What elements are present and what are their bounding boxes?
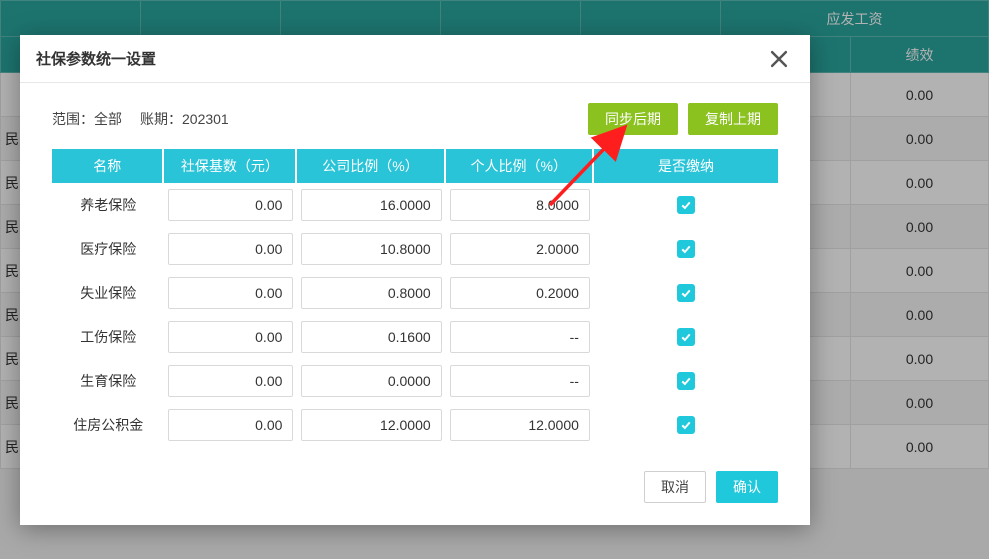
company-input[interactable] [301,277,441,309]
bg-header-perf: 绩效 [851,37,989,73]
company-input[interactable] [301,321,441,353]
bg-cell-perf: 0.00 [851,293,989,337]
bg-header-salary: 应发工资 [721,1,989,37]
col-base: 社保基数（元） [164,149,297,183]
close-button[interactable] [768,48,790,70]
company-input[interactable] [301,409,441,441]
pay-checkbox[interactable] [677,416,695,434]
col-pay: 是否缴纳 [594,149,778,183]
insurance-grid: 名称 社保基数（元） 公司比例（%） 个人比例（%） 是否缴纳 养老保险医疗保险… [52,149,778,447]
bg-cell-perf: 0.00 [851,73,989,117]
table-row: 失业保险 [52,271,778,315]
bg-cell-perf: 0.00 [851,425,989,469]
table-row: 医疗保险 [52,227,778,271]
pay-checkbox[interactable] [677,328,695,346]
row-name: 养老保险 [52,183,164,227]
row-name: 生育保险 [52,359,164,403]
table-row: 工伤保险 [52,315,778,359]
check-icon [680,287,692,299]
base-input[interactable] [168,277,293,309]
col-company: 公司比例（%） [297,149,445,183]
row-name: 住房公积金 [52,403,164,447]
col-person: 个人比例（%） [446,149,594,183]
pay-checkbox[interactable] [677,240,695,258]
company-input[interactable] [301,233,441,265]
base-input[interactable] [168,409,293,441]
check-icon [680,199,692,211]
table-row: 生育保险 [52,359,778,403]
copy-previous-button[interactable]: 复制上期 [688,103,778,135]
meta-row: 范围：全部 账期：202301 同步后期 复制上期 [52,83,778,149]
col-name: 名称 [52,149,164,183]
modal-footer: 取消 确认 [634,471,778,503]
table-row: 养老保险 [52,183,778,227]
bg-cell-perf: 0.00 [851,117,989,161]
bg-cell-perf: 0.00 [851,249,989,293]
cancel-button[interactable]: 取消 [644,471,706,503]
bg-cell-perf: 0.00 [851,337,989,381]
bg-cell-perf: 0.00 [851,161,989,205]
scope-label: 范围： [52,111,94,127]
scope-value: 全部 [94,111,122,127]
confirm-button[interactable]: 确认 [716,471,778,503]
bg-cell-perf: 0.00 [851,381,989,425]
close-icon [768,48,790,70]
modal-header: 社保参数统一设置 [20,35,810,83]
modal-social-insurance-settings: 社保参数统一设置 范围：全部 账期：202301 同步后期 复制上期 名称 社保… [20,35,810,525]
check-icon [680,375,692,387]
base-input[interactable] [168,321,293,353]
check-icon [680,243,692,255]
pay-checkbox[interactable] [677,372,695,390]
person-input[interactable] [450,365,590,397]
check-icon [680,331,692,343]
row-name: 工伤保险 [52,315,164,359]
bg-cell-perf: 0.00 [851,205,989,249]
pay-checkbox[interactable] [677,284,695,302]
table-row: 住房公积金 [52,403,778,447]
period-label: 账期： [140,111,182,127]
person-input[interactable] [450,233,590,265]
person-input[interactable] [450,277,590,309]
check-icon [680,419,692,431]
period-value: 202301 [182,111,229,127]
company-input[interactable] [301,365,441,397]
base-input[interactable] [168,233,293,265]
sync-later-button[interactable]: 同步后期 [588,103,678,135]
company-input[interactable] [301,189,441,221]
person-input[interactable] [450,189,590,221]
person-input[interactable] [450,409,590,441]
modal-title: 社保参数统一设置 [36,48,156,69]
pay-checkbox[interactable] [677,196,695,214]
person-input[interactable] [450,321,590,353]
row-name: 医疗保险 [52,227,164,271]
base-input[interactable] [168,189,293,221]
base-input[interactable] [168,365,293,397]
row-name: 失业保险 [52,271,164,315]
